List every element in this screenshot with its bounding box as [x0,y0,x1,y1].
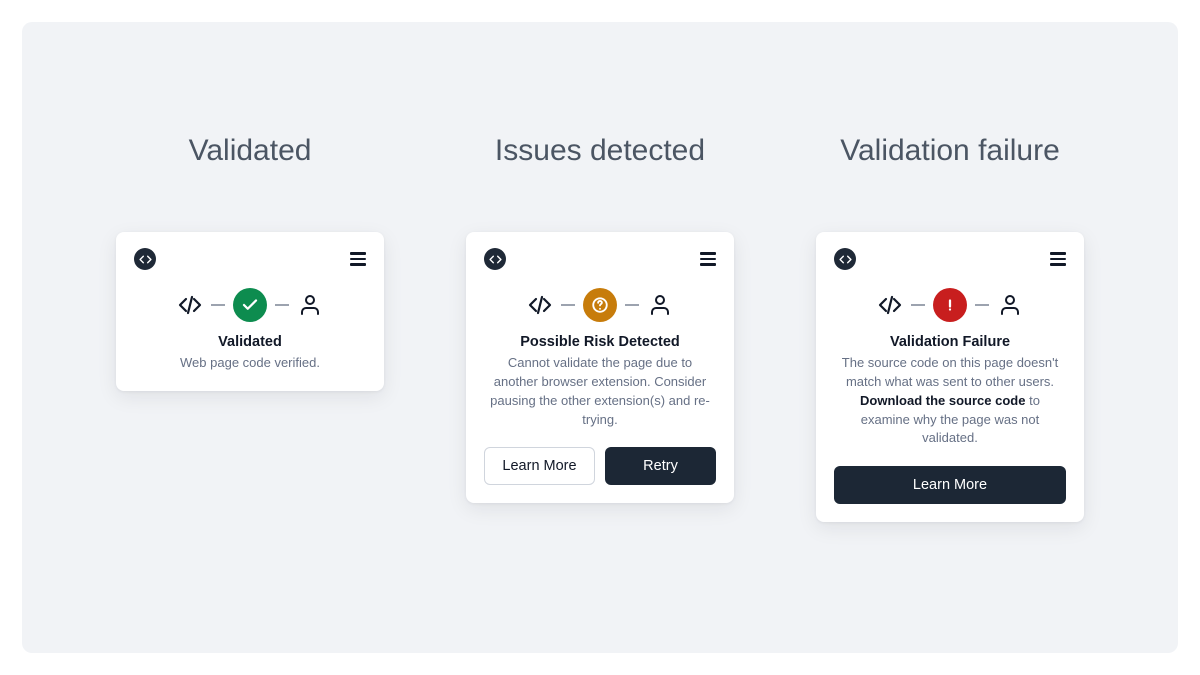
card-description: Web page code verified. [134,354,366,373]
card-issues: Possible Risk Detected Cannot validate t… [466,232,734,503]
learn-more-button[interactable]: Learn More [834,466,1066,504]
extension-logo-icon [134,248,156,270]
card-validated: Validated Web page code verified. [116,232,384,391]
card-failure: Validation Failure The source code on th… [816,232,1084,522]
connector-dash [275,304,289,306]
menu-icon[interactable] [1050,252,1066,266]
card-description: Cannot validate the page due to another … [484,354,716,429]
canvas: Validated Validate [22,22,1178,653]
status-row [134,288,366,322]
card-title: Possible Risk Detected [484,334,716,350]
card-header [134,248,366,270]
connector-dash [911,304,925,306]
menu-icon[interactable] [700,252,716,266]
connector-dash [625,304,639,306]
desc-text: Web page code verified. [180,355,320,370]
status-badge-warning [583,288,617,322]
column-validated: Validated Validate [110,134,390,391]
column-failure: Validation failure [810,134,1090,522]
extension-logo-icon [484,248,506,270]
status-badge-validated [233,288,267,322]
connector-dash [561,304,575,306]
desc-text: The source code on this page doesn't mat… [842,355,1058,389]
card-title: Validated [134,334,366,350]
card-actions: Learn More [834,466,1066,504]
card-description: The source code on this page doesn't mat… [834,354,1066,448]
status-row [834,288,1066,322]
connector-dash [211,304,225,306]
column-heading: Validation failure [840,134,1060,168]
extension-logo-icon [834,248,856,270]
code-icon [877,292,903,318]
card-header [834,248,1066,270]
learn-more-button[interactable]: Learn More [484,447,595,485]
person-icon [647,292,673,318]
desc-text: Cannot validate the page due to another … [490,355,710,427]
column-heading: Validated [189,134,312,168]
card-actions: Learn More Retry [484,447,716,485]
card-title: Validation Failure [834,334,1066,350]
download-source-link[interactable]: Download the source code [860,393,1025,408]
person-icon [997,292,1023,318]
code-icon [527,292,553,318]
card-header [484,248,716,270]
connector-dash [975,304,989,306]
column-heading: Issues detected [495,134,705,168]
retry-button[interactable]: Retry [605,447,716,485]
column-issues: Issues detected Po [460,134,740,503]
person-icon [297,292,323,318]
menu-icon[interactable] [350,252,366,266]
code-icon [177,292,203,318]
status-row [484,288,716,322]
status-badge-error [933,288,967,322]
